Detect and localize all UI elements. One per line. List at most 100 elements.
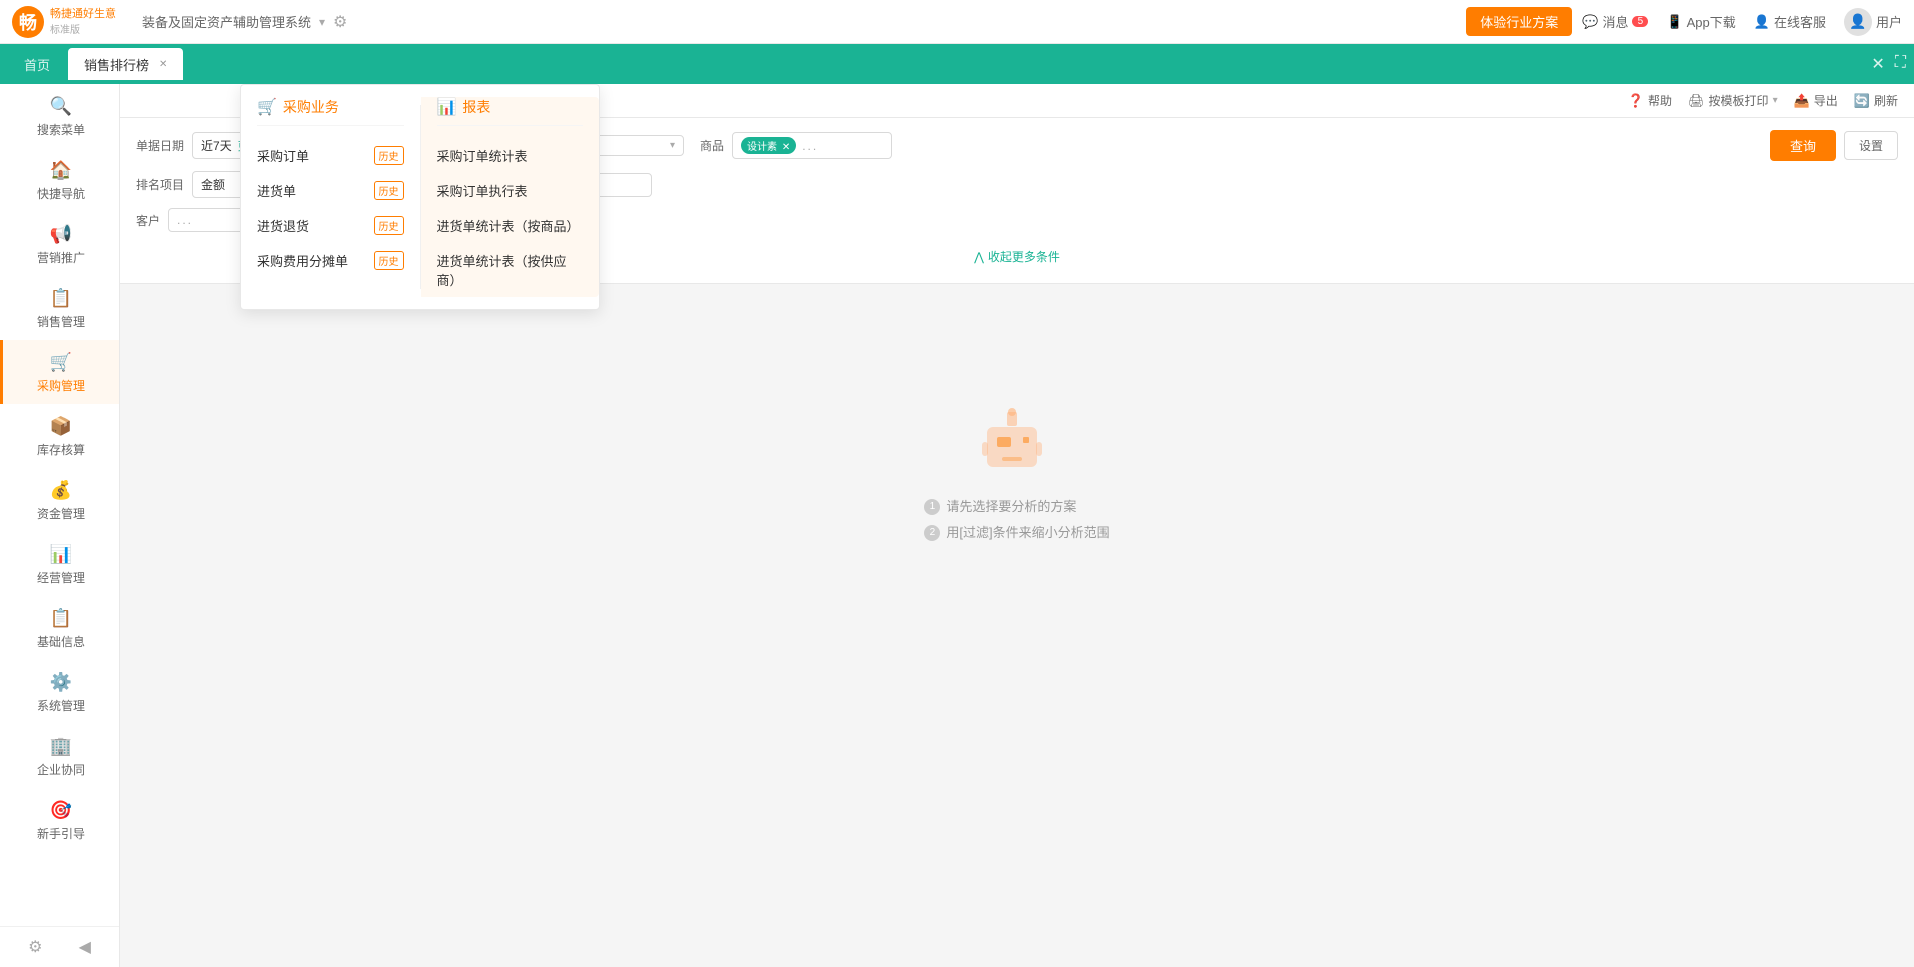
app-download-label: App下载: [1687, 12, 1736, 31]
user-label: 用户: [1876, 12, 1902, 31]
goods-receipt-stats-goods-label: 进货单统计表（按商品）: [437, 216, 580, 235]
expand-icon[interactable]: ⛶: [1895, 54, 1906, 74]
collapse-btn[interactable]: ⋀ 收起更多条件: [974, 248, 1060, 265]
hint1-text: 请先选择要分析的方案: [946, 494, 1076, 520]
sidebar-item-system[interactable]: ⚙️ 系统管理: [0, 660, 119, 724]
sidebar-item-purchase[interactable]: 🛒 采购管理: [0, 340, 119, 404]
print-dropdown-icon[interactable]: ▾: [1773, 95, 1778, 106]
guide-icon: 🎯: [50, 800, 72, 821]
help-item[interactable]: ❓ 帮助: [1628, 92, 1672, 109]
hint2-text: 用[过滤]条件来缩小分析范围: [946, 520, 1109, 546]
sidebar-item-marketing[interactable]: 📢 营销推广: [0, 212, 119, 276]
menu-item-goods-return[interactable]: 进货退货 历史: [257, 208, 404, 243]
query-btn[interactable]: 查询: [1770, 130, 1836, 161]
tab-home-label: 首页: [24, 55, 50, 74]
sidebar-label-purchase: 采购管理: [37, 377, 85, 394]
service-icon: 👤: [1754, 14, 1770, 30]
menu-item-purchase-expense[interactable]: 采购费用分摊单 历史: [257, 243, 404, 278]
sidebar-item-sales[interactable]: 📋 销售管理: [0, 276, 119, 340]
collapse-sidebar-icon[interactable]: ◀: [79, 937, 91, 957]
sidebar-label-search: 搜索菜单: [37, 121, 85, 138]
close-tab-icon[interactable]: ✕: [1871, 54, 1884, 74]
goods-filter: 商品 设计素 ✕ ...: [700, 132, 892, 159]
hist-badge-goods-return: 历史: [374, 216, 404, 235]
sidebar-item-quick-nav[interactable]: 🏠 快捷导航: [0, 148, 119, 212]
sidebar-label-sales: 销售管理: [37, 313, 85, 330]
settings-icon[interactable]: ⚙: [333, 12, 347, 32]
app-download-item[interactable]: 📱 App下载: [1666, 12, 1735, 31]
sidebar-label-operations: 经营管理: [37, 569, 85, 586]
report-section-label: 报表: [462, 97, 490, 117]
empty-text: 1 请先选择要分析的方案 2 用[过滤]条件来缩小分析范围: [924, 494, 1109, 546]
phone-icon: 📱: [1666, 14, 1682, 30]
menu-item-purchase-order-exec[interactable]: 采购订单执行表: [437, 173, 584, 208]
sidebar-item-enterprise[interactable]: 🏢 企业协同: [0, 724, 119, 788]
goods-dots[interactable]: ...: [802, 139, 818, 153]
menu-item-purchase-order-stats[interactable]: 采购订单统计表: [437, 138, 584, 173]
basic-info-icon: 📋: [50, 608, 72, 629]
refresh-icon: 🔄: [1854, 93, 1870, 109]
sidebar-item-search[interactable]: 🔍 搜索菜单: [0, 84, 119, 148]
tab-home[interactable]: 首页: [8, 48, 66, 80]
purchase-order-label: 采购订单: [257, 146, 309, 165]
menu-item-purchase-order[interactable]: 采购订单 历史: [257, 138, 404, 173]
date-value: 近7天: [201, 137, 232, 154]
goods-receipt-stats-supplier-label: 进货单统计表（按供应商）: [437, 251, 584, 289]
menu-item-goods-receipt[interactable]: 进货单 历史: [257, 173, 404, 208]
menu-item-goods-receipt-stats-goods[interactable]: 进货单统计表（按商品）: [437, 208, 584, 243]
goods-tag-close-icon[interactable]: ✕: [782, 142, 790, 153]
hist-badge-purchase-expense: 历史: [374, 251, 404, 270]
capital-icon: 💰: [50, 480, 72, 501]
customer-label: 客户: [136, 212, 160, 229]
sales-icon: 📋: [50, 288, 72, 309]
home-icon: 🏠: [50, 160, 72, 181]
tab-sales-ranking[interactable]: 销售排行榜 ✕: [68, 48, 183, 80]
search-icon: 🔍: [50, 96, 72, 117]
enterprise-icon: 🏢: [50, 736, 72, 757]
export-item[interactable]: 📤 导出: [1794, 92, 1838, 109]
customer-dots[interactable]: ...: [177, 213, 193, 227]
sidebar-label-system: 系统管理: [37, 697, 85, 714]
title-dropdown-icon[interactable]: ▾: [319, 15, 325, 29]
purchase-menu-icon: 🛒: [257, 97, 277, 117]
sidebar-item-capital[interactable]: 💰 资金管理: [0, 468, 119, 532]
purchase-icon: 🛒: [50, 352, 72, 373]
user-item[interactable]: 👤 用户: [1844, 8, 1902, 36]
topbar-right: 💬 消息 5 📱 App下载 👤 在线客服 👤 用户: [1582, 8, 1902, 36]
bottom-settings-icon[interactable]: ⚙: [28, 937, 42, 957]
refresh-item[interactable]: 🔄 刷新: [1854, 92, 1898, 109]
nav-tabs-right: ✕ ⛶: [1871, 54, 1906, 74]
sidebar-label-enterprise: 企业协同: [37, 761, 85, 778]
messages-badge: 5: [1632, 16, 1648, 27]
logo-area: 畅 畅捷通好生意 标准版: [12, 6, 132, 38]
content-area: ❓ 帮助 🖨 按模板打印 ▾ 📤 导出 🔄 刷新 单据日期: [120, 84, 1914, 967]
report-menu-icon: 📊: [437, 97, 457, 117]
sidebar-label-marketing: 营销推广: [37, 249, 85, 266]
messages-label: 消息: [1602, 12, 1628, 31]
sidebar-label-quick-nav: 快捷导航: [37, 185, 85, 202]
sidebar-item-basic-info[interactable]: 📋 基础信息: [0, 596, 119, 660]
status-arrow-icon: ▾: [670, 140, 675, 151]
nav-tabs: 首页 销售排行榜 ✕ ✕ ⛶: [0, 44, 1914, 84]
settings-btn[interactable]: 设置: [1844, 131, 1898, 160]
sidebar-label-capital: 资金管理: [37, 505, 85, 522]
messages-item[interactable]: 💬 消息 5: [1582, 12, 1648, 31]
logo-icon: 畅: [12, 6, 44, 38]
hist-badge-purchase-order: 历史: [374, 146, 404, 165]
online-service-item[interactable]: 👤 在线客服: [1754, 12, 1826, 31]
goods-control[interactable]: 设计素 ✕ ...: [732, 132, 892, 159]
inventory-icon: 📦: [50, 416, 72, 437]
sidebar-item-guide[interactable]: 🎯 新手引导: [0, 788, 119, 852]
industry-btn[interactable]: 体验行业方案: [1466, 7, 1572, 36]
online-service-label: 在线客服: [1774, 12, 1826, 31]
collapse-arrow-icon: ⋀: [974, 250, 984, 264]
print-item[interactable]: 🖨 按模板打印 ▾: [1688, 92, 1778, 109]
date-label: 单据日期: [136, 137, 184, 154]
sidebar-item-operations[interactable]: 📊 经营管理: [0, 532, 119, 596]
sidebar-item-inventory[interactable]: 📦 库存核算: [0, 404, 119, 468]
purchase-menu-section: 🛒 采购业务 采购订单 历史 进货单 历史 进货退货 历史 采购费用分摊单: [241, 97, 420, 297]
hint2-num: 2: [924, 525, 940, 541]
menu-item-goods-receipt-stats-supplier[interactable]: 进货单统计表（按供应商）: [437, 243, 584, 297]
tab-close-icon[interactable]: ✕: [159, 59, 167, 70]
export-icon: 📤: [1794, 93, 1810, 109]
